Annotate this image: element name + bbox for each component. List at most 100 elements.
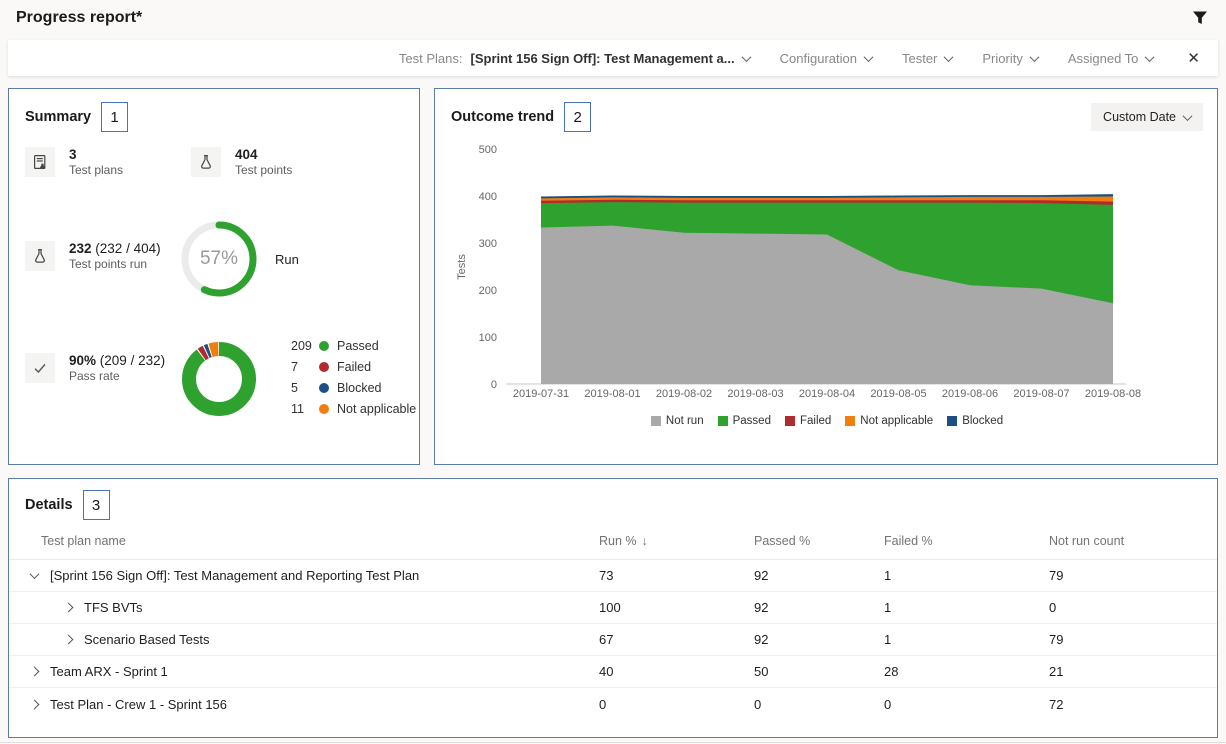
column-header-label: Not run count [1049,534,1125,548]
filter-dropdown-label: Tester [901,50,938,66]
donut-legend-item: 209 Passed [291,339,416,353]
chevron-right-icon[interactable] [29,699,40,709]
legend-label: Blocked [337,381,382,395]
passed-percent-cell: 0 [754,696,762,712]
passed-percent-cell: 50 [754,664,769,679]
table-row[interactable]: [Sprint 156 Sign Off]: Test Management a… [9,560,1217,592]
column-header-test-plan-name[interactable]: Test plan name [9,534,591,548]
test-plan-name: Team ARX - Sprint 1 [50,664,168,679]
filter-dropdown-priority[interactable]: Priority [982,50,1040,66]
column-header-not-run-count[interactable]: Not run count [1041,534,1217,548]
close-icon[interactable]: ✕ [1187,49,1200,67]
y-tick-label: 300 [479,238,497,250]
donut-legend-item: 11 Not applicable [291,402,416,416]
filter-test-plans-label: Test Plans: [398,50,463,66]
x-tick-label: 2019-08-07 [1013,388,1069,400]
not-run-count-cell: 0 [1049,600,1057,615]
filter-dropdown-configuration[interactable]: Configuration [780,51,874,66]
not-run-count-cell: 79 [1049,568,1064,583]
donut-legend-item: 5 Blocked [291,381,416,395]
table-row[interactable]: Test Plan - Crew 1 - Sprint 156 0 0 0 72 [9,688,1217,720]
top-bar: Progress report* [0,0,1226,36]
run-percent-cell: 73 [599,568,614,583]
y-tick-label: 100 [479,332,497,344]
x-tick-label: 2019-08-01 [584,388,640,400]
column-header-label: Test plan name [41,534,126,548]
filter-funnel-icon[interactable] [1192,11,1208,25]
donut-legend-item: 7 Failed [291,360,416,374]
table-row[interactable]: TFS BVTs 100 92 1 0 [9,592,1217,624]
trend-legend: Not run Passed Failed Not applicable Blocked [435,415,1219,427]
x-tick-label: 2019-08-04 [799,388,855,400]
stat-test-plans: 3 Test plans [25,147,123,178]
legend-dot-icon [319,341,329,351]
trend-legend-item: Not run [650,415,704,427]
filter-dropdown-tester[interactable]: Tester [901,50,954,66]
column-header-failed-[interactable]: Failed % [876,534,1041,548]
run-gauge: 57% Run [177,217,299,301]
chevron-down-icon [863,51,874,62]
page-bottom-divider [0,742,1226,743]
test-plan-name-cell: TFS BVTs [9,600,591,615]
stat-value: 90% [69,353,97,368]
not-run-count-cell: 21 [1049,664,1064,679]
outcome-trend-chart: Tests 0 100 200 300 400 500 2019-07-31 2019-08… [456,144,1141,400]
failed-percent-cell: 0 [884,696,892,712]
legend-count: 5 [291,381,298,395]
x-tick-label: 2019-07-31 [513,388,569,400]
stat-label: Pass rate [69,369,120,383]
filter-dropdown-assigned-to[interactable]: Assigned To [1068,51,1155,66]
legend-label: Passed [732,415,771,427]
table-row[interactable]: Scenario Based Tests 67 92 1 79 [9,624,1217,656]
table-row[interactable]: Team ARX - Sprint 1 40 50 28 21 [9,656,1217,688]
test-plan-name: TFS BVTs [84,600,143,615]
chevron-right-icon[interactable] [63,602,74,613]
chevron-down-icon[interactable] [29,569,40,580]
stat-suffix: (232 / 404) [95,241,161,256]
legend-count: 209 [291,339,312,353]
run-percent-cell: 67 [599,632,614,647]
column-header-label: Run % [599,534,637,548]
column-header-label: Failed % [884,534,933,548]
column-header-run-[interactable]: Run % ↓ [591,534,746,548]
filter-dropdown-label: Priority [982,50,1023,66]
failed-percent-cell: 1 [884,600,892,615]
legend-count: 11 [291,402,304,416]
y-tick-label: 400 [479,191,497,203]
details-table-body: [Sprint 156 Sign Off]: Test Management a… [9,560,1217,720]
column-header-label: Passed % [754,534,811,548]
test-plan-name-cell: [Sprint 156 Sign Off]: Test Management a… [9,568,591,583]
chevron-down-icon [1144,51,1155,62]
filter-bar: Test Plans: [Sprint 156 Sign Off]: Test … [8,40,1218,76]
legend-square-icon [845,416,856,426]
column-header-passed-[interactable]: Passed % [746,534,876,548]
legend-square-icon [650,416,661,426]
legend-count: 7 [291,360,298,374]
details-card: Details 3 Test plan name Run % ↓ Passed % Fa… [8,478,1218,738]
chevron-right-icon[interactable] [29,666,40,677]
details-header-row: Test plan name Run % ↓ Passed % Failed % Not … [9,523,1217,560]
chevron-down-icon [1029,51,1040,62]
trend-legend-item: Not applicable [845,415,933,427]
passed-percent-cell: 92 [754,568,769,583]
run-percent-cell: 100 [599,600,621,615]
y-tick-label: 200 [479,285,497,297]
x-tick-label: 2019-08-05 [870,388,926,400]
filter-test-plans-dropdown[interactable]: Test Plans: [Sprint 156 Sign Off]: Test … [398,50,752,66]
beaker-icon [25,241,55,271]
chevron-down-icon [741,51,752,62]
legend-dot-icon [319,362,329,372]
beaker-icon [191,147,221,177]
legend-dot-icon [319,404,329,414]
passed-percent-cell: 92 [754,632,769,647]
stat-label: Test plans [69,163,124,177]
trend-legend-item: Blocked [947,415,1003,427]
legend-dot-icon [319,383,329,393]
gauge-percent: 57% [199,248,239,269]
chevron-right-icon[interactable] [63,634,74,645]
filter-test-plans-value: [Sprint 156 Sign Off]: Test Management a… [470,50,735,66]
donut-legend: 209 Passed 7 Failed 5 Blocked 11 Not applicable [291,339,416,416]
chevron-down-icon [943,51,954,62]
test-plan-name-cell: Team ARX - Sprint 1 [9,664,591,679]
legend-label: Not applicable [860,415,934,427]
